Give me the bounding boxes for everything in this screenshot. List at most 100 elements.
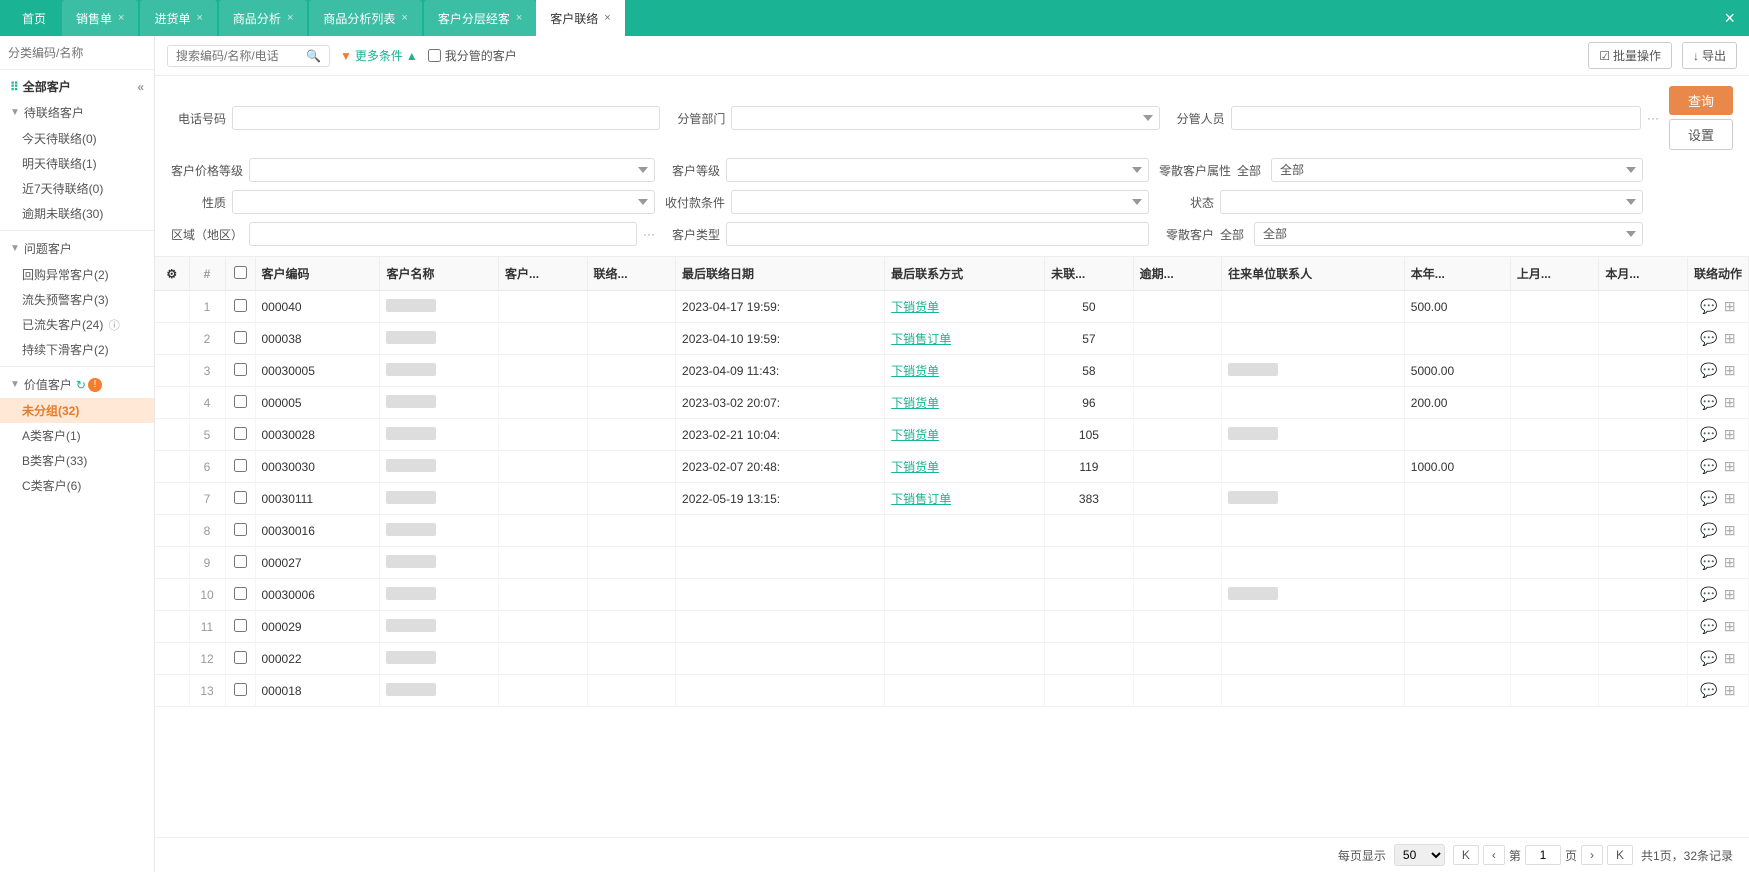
nav-purchase-close[interactable]: × — [196, 12, 202, 24]
grid-icon[interactable]: ⊞ — [1724, 490, 1736, 507]
message-icon[interactable]: 💬 — [1700, 522, 1717, 539]
sidebar-group-problem[interactable]: ▼ 问题客户 — [0, 235, 154, 262]
row-check[interactable] — [225, 579, 255, 611]
query-button[interactable]: 查询 — [1669, 86, 1733, 115]
export-button[interactable]: ↓ 导出 — [1682, 42, 1737, 69]
grid-icon[interactable]: ⊞ — [1724, 554, 1736, 571]
row-last-way[interactable] — [885, 579, 1045, 611]
status-select[interactable] — [1220, 190, 1643, 214]
row-check[interactable] — [225, 643, 255, 675]
message-icon[interactable]: 💬 — [1700, 490, 1717, 507]
sidebar-item-lost-pre[interactable]: 流失预警客户(3) — [0, 287, 154, 312]
last-page-btn[interactable]: K — [1607, 845, 1633, 865]
row-check[interactable] — [225, 547, 255, 579]
message-icon[interactable]: 💬 — [1700, 426, 1717, 443]
nav-product-analysis-close[interactable]: × — [287, 12, 293, 24]
message-icon[interactable]: 💬 — [1700, 554, 1717, 571]
sidebar-item-overdue[interactable]: 逾期未联络(30) — [0, 201, 154, 226]
grid-icon[interactable]: ⊞ — [1724, 522, 1736, 539]
message-icon[interactable]: 💬 — [1700, 394, 1717, 411]
grid-icon[interactable]: ⊞ — [1724, 330, 1736, 347]
sidebar-item-abnormal[interactable]: 回购异常客户(2) — [0, 262, 154, 287]
sidebar-item-ungroup[interactable]: 未分组(32) — [0, 398, 154, 423]
message-icon[interactable]: 💬 — [1700, 298, 1717, 315]
row-check[interactable] — [225, 355, 255, 387]
page-input[interactable] — [1525, 845, 1561, 865]
filter-search-input[interactable] — [176, 49, 306, 63]
row-last-way[interactable]: 下销货单 — [885, 291, 1045, 323]
nav-product-analysis-list[interactable]: 商品分析列表 × — [309, 0, 421, 36]
grid-icon[interactable]: ⊞ — [1724, 298, 1736, 315]
sidebar-group-pending[interactable]: ▼ 待联络客户 — [0, 99, 154, 126]
last-way-link[interactable]: 下销货单 — [891, 396, 939, 410]
filter-my-customers[interactable]: 我分管的客户 — [428, 47, 517, 64]
sidebar-item-lost[interactable]: 已流失客户(24) ⓘ — [0, 312, 154, 337]
message-icon[interactable]: 💬 — [1700, 330, 1717, 347]
row-last-way[interactable] — [885, 547, 1045, 579]
last-way-link[interactable]: 下销货单 — [891, 428, 939, 442]
nav-sales-close[interactable]: × — [118, 12, 124, 24]
phone-input[interactable] — [232, 106, 660, 130]
nav-customer-tier[interactable]: 客户分层经客 × — [424, 0, 536, 36]
col-check[interactable] — [225, 257, 255, 291]
nav-product-analysis-list-close[interactable]: × — [401, 12, 407, 24]
last-way-link[interactable]: 下销售订单 — [891, 492, 951, 506]
first-page-btn[interactable]: K — [1453, 845, 1479, 865]
sidebar-search-input[interactable] — [8, 46, 155, 60]
scatter-attr-select[interactable]: 全部 — [1271, 158, 1643, 182]
dept-select[interactable] — [731, 106, 1159, 130]
nav-product-analysis[interactable]: 商品分析 × — [219, 0, 307, 36]
grid-icon[interactable]: ⊞ — [1724, 586, 1736, 603]
batch-ops-button[interactable]: ☑ 批量操作 — [1588, 42, 1672, 69]
row-last-way[interactable]: 下销货单 — [885, 451, 1045, 483]
value-refresh-icon[interactable]: ↻ — [76, 378, 86, 392]
region-dots[interactable]: ··· — [643, 227, 655, 241]
row-last-way[interactable]: 下销货单 — [885, 355, 1045, 387]
scatter-cust-select[interactable]: 全部 — [1254, 222, 1643, 246]
message-icon[interactable]: 💬 — [1700, 458, 1717, 475]
nature-select[interactable] — [232, 190, 655, 214]
nav-sales[interactable]: 销售单 × — [62, 0, 138, 36]
row-check[interactable] — [225, 387, 255, 419]
sidebar-group-value[interactable]: ▼ 价值客户 ↻ ! — [0, 371, 154, 398]
last-way-link[interactable]: 下销货单 — [891, 460, 939, 474]
row-check[interactable] — [225, 291, 255, 323]
nav-purchase[interactable]: 进货单 × — [140, 0, 216, 36]
row-last-way[interactable] — [885, 643, 1045, 675]
last-way-link[interactable]: 下销售订单 — [891, 332, 951, 346]
row-check[interactable] — [225, 419, 255, 451]
sidebar-item-week[interactable]: 近7天待联络(0) — [0, 176, 154, 201]
sidebar-item-tomorrow[interactable]: 明天待联络(1) — [0, 151, 154, 176]
grid-icon[interactable]: ⊞ — [1724, 362, 1736, 379]
price-grade-select[interactable] — [249, 158, 655, 182]
next-page-btn[interactable]: › — [1581, 845, 1603, 865]
close-all-btn[interactable]: × — [1718, 8, 1741, 29]
row-last-way[interactable] — [885, 515, 1045, 547]
row-last-way[interactable]: 下销售订单 — [885, 483, 1045, 515]
person-input[interactable] — [1231, 106, 1641, 130]
grid-icon[interactable]: ⊞ — [1724, 682, 1736, 699]
region-input[interactable] — [249, 222, 637, 246]
row-check[interactable] — [225, 515, 255, 547]
message-icon[interactable]: 💬 — [1700, 650, 1717, 667]
person-dots[interactable]: ··· — [1647, 111, 1659, 125]
cust-type-input[interactable] — [726, 222, 1149, 246]
message-icon[interactable]: 💬 — [1700, 618, 1717, 635]
message-icon[interactable]: 💬 — [1700, 362, 1717, 379]
nav-customer-contact-close[interactable]: × — [604, 12, 610, 24]
row-check[interactable] — [225, 483, 255, 515]
row-check[interactable] — [225, 675, 255, 707]
cust-grade-select[interactable] — [726, 158, 1149, 182]
row-check[interactable] — [225, 611, 255, 643]
message-icon[interactable]: 💬 — [1700, 586, 1717, 603]
prev-page-btn[interactable]: ‹ — [1483, 845, 1505, 865]
per-page-select[interactable]: 50 100 — [1394, 844, 1445, 866]
grid-icon[interactable]: ⊞ — [1724, 426, 1736, 443]
my-customers-checkbox[interactable] — [428, 49, 441, 62]
col-gear[interactable]: ⚙ — [155, 257, 189, 291]
sidebar-item-a-class[interactable]: A类客户(1) — [0, 423, 154, 448]
row-last-way[interactable] — [885, 675, 1045, 707]
sidebar-item-declining[interactable]: 持续下滑客户(2) — [0, 337, 154, 362]
filter-search-icon[interactable]: 🔍 — [306, 49, 321, 63]
nav-home[interactable]: 首页 — [8, 0, 60, 36]
